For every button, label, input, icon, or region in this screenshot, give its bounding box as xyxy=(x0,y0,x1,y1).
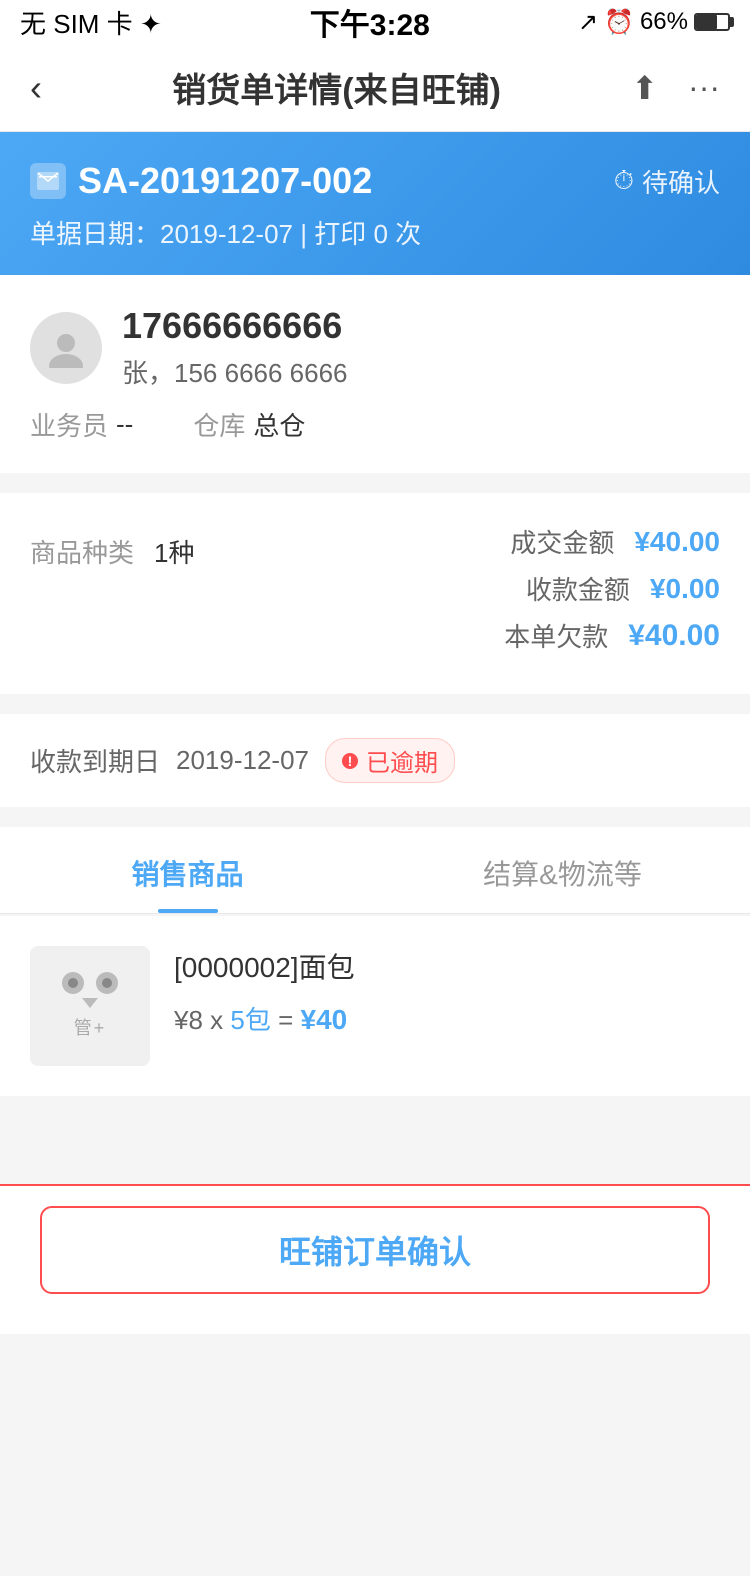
status-label: 待确认 xyxy=(642,163,720,200)
status-icon: ⏱ xyxy=(614,165,634,197)
product-name: [0000002]面包 xyxy=(174,946,720,986)
alarm-icon: ⏰ xyxy=(604,8,634,37)
customer-meta: 业务员 -- 仓库 总仓 xyxy=(30,406,720,443)
warehouse-info: 仓库 总仓 xyxy=(193,406,305,443)
amounts: 成交金额 ¥40.00 收款金额 ¥0.00 本单欠款 ¥40.00 xyxy=(504,523,720,664)
tab-settlement[interactable]: 结算&物流等 xyxy=(375,827,750,913)
bottom-action-bar: 旺铺订单确认 xyxy=(0,1184,750,1334)
customer-name: 张，156 6666 6666 xyxy=(122,353,348,390)
order-number: SA-20191207-002 xyxy=(30,160,372,202)
confirm-wangpu-button[interactable]: 旺铺订单确认 xyxy=(40,1206,710,1294)
battery-icon xyxy=(694,13,730,31)
tab-sales-products[interactable]: 销售商品 xyxy=(0,827,375,913)
order-status: ⏱ 待确认 xyxy=(614,163,720,200)
product-type: 商品种类 1种 xyxy=(30,523,194,570)
order-date: 单据日期：2019-12-07 | 打印 0 次 xyxy=(30,214,720,251)
transaction-amount-row: 成交金额 ¥40.00 xyxy=(504,523,720,560)
customer-section: 17666666666 张，156 6666 6666 业务员 -- 仓库 总仓 xyxy=(0,275,750,473)
nav-bar: ‹ 销货单详情(来自旺铺) ⬆ ··· xyxy=(0,44,750,132)
product-price: ¥8 x 5包 = ¥40 xyxy=(174,1000,720,1037)
payment-due-section: 收款到期日 2019-12-07 ! 已逾期 xyxy=(0,714,750,807)
product-list: 管+ [0000002]面包 ¥8 x 5包 = ¥40 xyxy=(0,916,750,1096)
page-title: 销货单详情(来自旺铺) xyxy=(172,63,501,112)
product-item: 管+ [0000002]面包 ¥8 x 5包 = ¥40 xyxy=(30,946,720,1066)
received-amount-row: 收款金额 ¥0.00 xyxy=(504,570,720,607)
order-icon xyxy=(30,163,66,199)
tabs-container: 销售商品 结算&物流等 xyxy=(0,827,750,914)
overdue-badge: ! 已逾期 xyxy=(325,738,455,783)
share-button[interactable]: ⬆ xyxy=(631,69,658,107)
nav-actions: ⬆ ··· xyxy=(631,69,720,107)
product-image: 管+ xyxy=(30,946,150,1066)
status-bar: 无 SIM 卡 ✦ 下午3:28 ↗ ⏰ 66% xyxy=(0,0,750,44)
customer-phone: 17666666666 xyxy=(122,305,348,347)
sim-status: 无 SIM 卡 ✦ xyxy=(20,4,162,41)
product-info: [0000002]面包 ¥8 x 5包 = ¥40 xyxy=(174,946,720,1037)
payment-due-label: 收款到期日 xyxy=(30,742,160,779)
summary-section: 商品种类 1种 成交金额 ¥40.00 收款金额 ¥0.00 本单欠款 ¥40.… xyxy=(0,493,750,694)
balance-row: 本单欠款 ¥40.00 xyxy=(504,617,720,654)
salesman-info: 业务员 -- xyxy=(30,406,133,443)
overdue-icon: ! xyxy=(342,753,358,769)
overdue-label: 已逾期 xyxy=(366,743,438,778)
location-icon: ↗ xyxy=(578,8,598,37)
order-header: SA-20191207-002 ⏱ 待确认 单据日期：2019-12-07 | … xyxy=(0,132,750,275)
status-right: ↗ ⏰ 66% xyxy=(578,8,730,37)
customer-avatar xyxy=(30,312,102,384)
more-button[interactable]: ··· xyxy=(688,69,720,106)
status-left: 无 SIM 卡 ✦ xyxy=(20,4,162,41)
payment-due-date: 2019-12-07 xyxy=(176,745,309,776)
back-button[interactable]: ‹ xyxy=(30,67,42,109)
battery-level: 66% xyxy=(640,8,688,36)
status-time: 下午3:28 xyxy=(310,0,430,44)
